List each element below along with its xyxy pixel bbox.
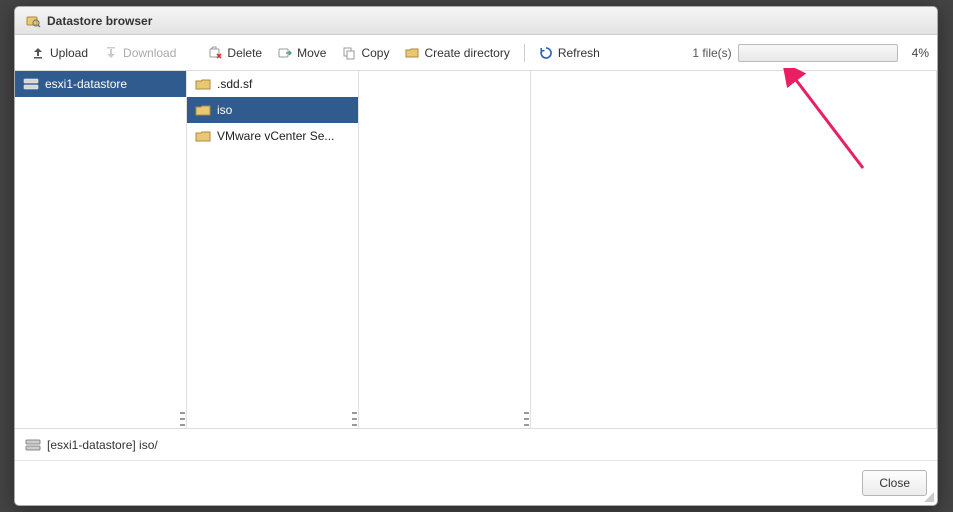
upload-label: Upload: [50, 46, 88, 60]
browser-columns: esxi1-datastore .sdd.sf iso V: [15, 71, 937, 429]
titlebar: Datastore browser: [15, 7, 937, 35]
path-text: [esxi1-datastore] iso/: [47, 438, 158, 452]
folder-icon: [195, 129, 211, 143]
upload-progress-percent: 4%: [912, 46, 929, 60]
upload-button[interactable]: Upload: [25, 42, 94, 64]
delete-button[interactable]: Delete: [202, 42, 268, 64]
datastore-item[interactable]: esxi1-datastore: [15, 71, 186, 97]
dialog-footer: Close: [15, 461, 937, 505]
item-label: iso: [217, 103, 232, 117]
copy-icon: [342, 46, 356, 60]
create-directory-button[interactable]: Create directory: [399, 42, 515, 64]
path-bar: [esxi1-datastore] iso/: [15, 429, 937, 461]
upload-icon: [31, 46, 45, 60]
item-label: esxi1-datastore: [45, 77, 127, 91]
toolbar-separator: [524, 44, 525, 62]
folder-icon: [195, 77, 211, 91]
column-2: .sdd.sf iso VMware vCenter Se...: [187, 71, 359, 428]
column-resize-handle[interactable]: [178, 412, 186, 426]
item-label: VMware vCenter Se...: [217, 129, 334, 143]
refresh-label: Refresh: [558, 46, 600, 60]
folder-item[interactable]: iso: [187, 97, 358, 123]
move-icon: [278, 46, 292, 60]
column-resize-handle[interactable]: [350, 412, 358, 426]
folder-item[interactable]: VMware vCenter Se...: [187, 123, 358, 149]
toolbar: Upload Download Delete Move Copy: [15, 35, 937, 71]
folder-item[interactable]: .sdd.sf: [187, 71, 358, 97]
create-directory-label: Create directory: [424, 46, 509, 60]
file-count-text: 1 file(s): [692, 46, 731, 60]
move-button[interactable]: Move: [272, 42, 332, 64]
delete-icon: [208, 46, 222, 60]
upload-progress-bar: [738, 44, 898, 62]
delete-label: Delete: [227, 46, 262, 60]
copy-label: Copy: [361, 46, 389, 60]
resize-grip[interactable]: [922, 490, 934, 502]
datastore-icon: [23, 77, 39, 91]
column-1: esxi1-datastore: [15, 71, 187, 428]
close-button[interactable]: Close: [862, 470, 927, 496]
column-details: [531, 71, 937, 428]
folder-add-icon: [405, 46, 419, 60]
item-label: .sdd.sf: [217, 77, 252, 91]
download-label: Download: [123, 46, 176, 60]
column-resize-handle[interactable]: [522, 412, 530, 426]
folder-icon: [195, 103, 211, 117]
copy-button[interactable]: Copy: [336, 42, 395, 64]
datastore-browser-dialog: Datastore browser Upload Download Delete: [14, 6, 938, 506]
search-folder-icon: [25, 13, 41, 29]
refresh-icon: [539, 46, 553, 60]
move-label: Move: [297, 46, 326, 60]
refresh-button[interactable]: Refresh: [533, 42, 606, 64]
dialog-title: Datastore browser: [47, 14, 152, 28]
column-3: [359, 71, 531, 428]
download-button: Download: [98, 42, 182, 64]
datastore-icon: [25, 438, 41, 452]
download-icon: [104, 46, 118, 60]
